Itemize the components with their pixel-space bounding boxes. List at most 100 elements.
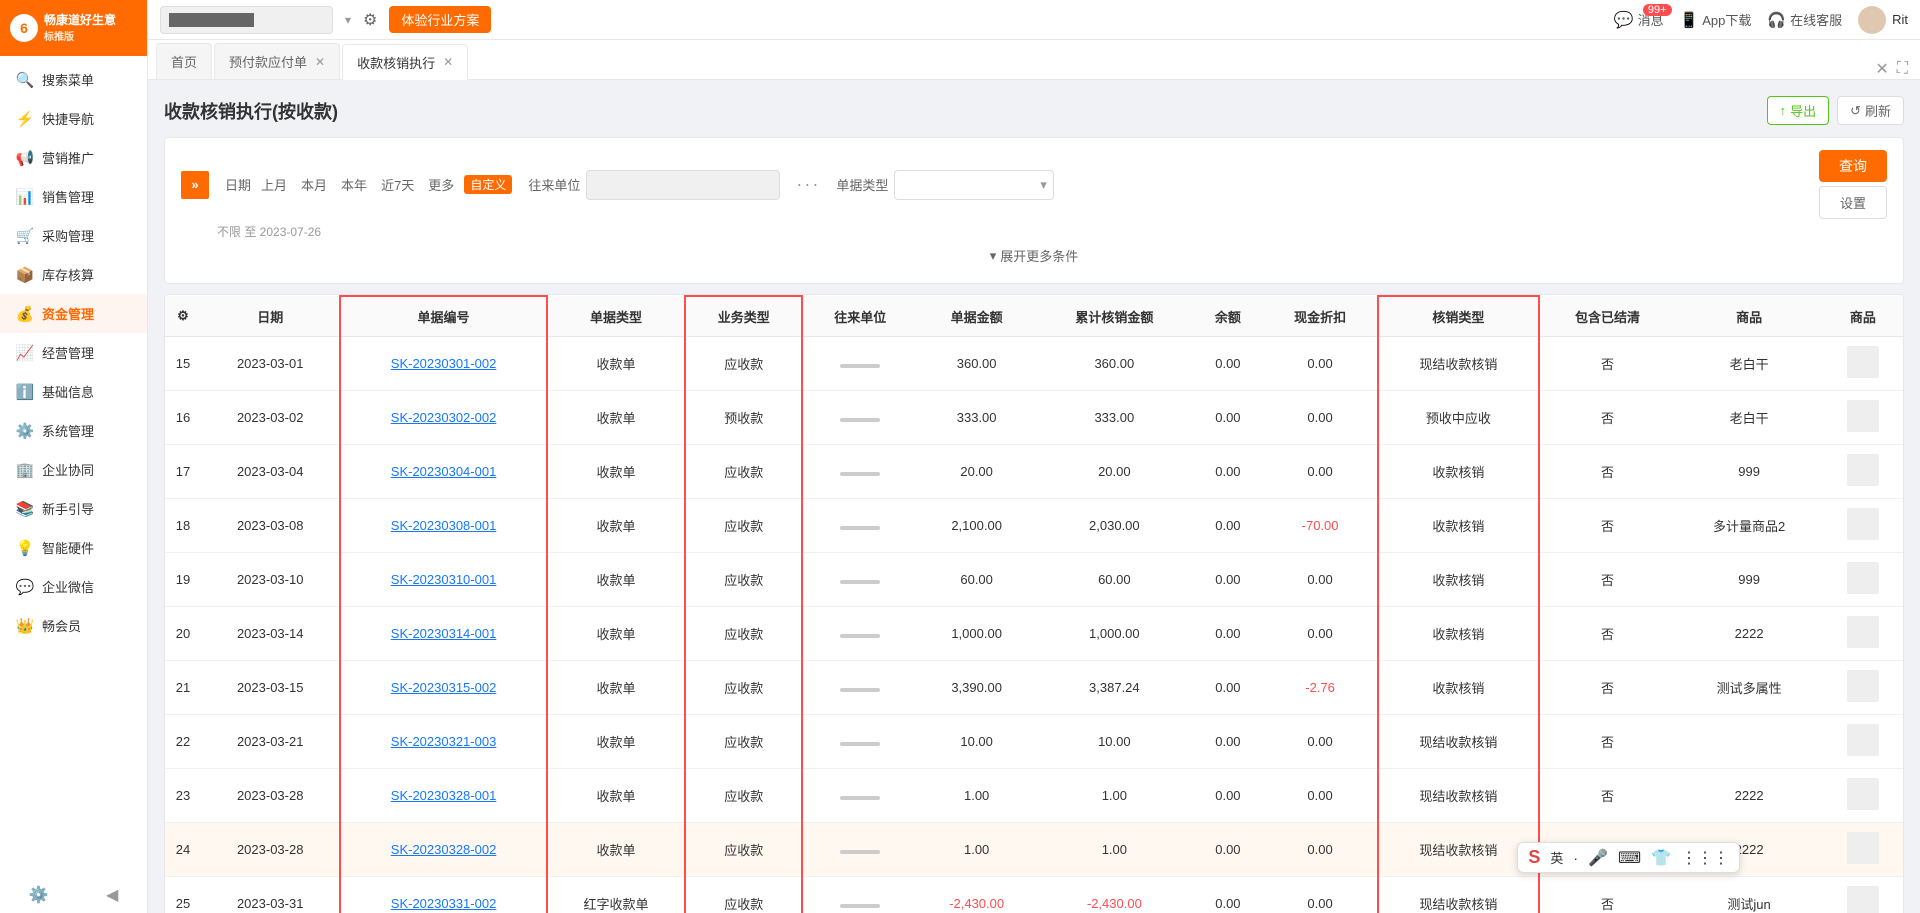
- sidebar-logo: 6 畅康道好生意 标推版: [0, 0, 147, 56]
- filter-bar: » 日期 上月 本月 本年 近7天 更多 自定义 往来单位: [164, 137, 1904, 284]
- cell-bill-no[interactable]: SK-20230308-001: [340, 499, 546, 553]
- ime-voice-icon[interactable]: 🎤: [1588, 848, 1608, 868]
- cell-write-off-type: 现结收款核销: [1378, 877, 1538, 913]
- last-month-link[interactable]: 上月: [257, 173, 291, 196]
- user-area[interactable]: Rit: [1858, 6, 1908, 34]
- sidebar-item-hardware[interactable]: 💡 智能硬件: [0, 528, 147, 567]
- cell-no: 20: [165, 607, 201, 661]
- cell-bill-amount: 333.00: [917, 391, 1035, 445]
- settings-icon[interactable]: ⚙️: [29, 885, 49, 905]
- cell-bill-no[interactable]: SK-20230302-002: [340, 391, 546, 445]
- bill-type-select[interactable]: [894, 170, 1054, 200]
- sidebar-item-search[interactable]: 🔍 搜索菜单: [0, 60, 147, 99]
- table-row[interactable]: 19 2023-03-10 SK-20230310-001 收款单 应收款 60…: [165, 553, 1903, 607]
- settings-gear-icon[interactable]: ⚙: [363, 10, 377, 30]
- tab-prepay[interactable]: 预付款应付单 ✕: [214, 43, 340, 79]
- sidebar-item-label: 采购管理: [42, 226, 94, 245]
- partner-input[interactable]: [586, 170, 780, 200]
- last-7-days-link[interactable]: 近7天: [377, 173, 418, 196]
- cell-balance: 0.00: [1193, 499, 1263, 553]
- table-row[interactable]: 23 2023-03-28 SK-20230328-001 收款单 应收款 1.…: [165, 769, 1903, 823]
- col-cash-discount: 现金折扣: [1263, 296, 1378, 337]
- cell-partner: [802, 445, 917, 499]
- cell-partner: [802, 499, 917, 553]
- tab-close-icon[interactable]: ✕: [315, 55, 325, 69]
- sidebar-item-finance[interactable]: 💰 资金管理: [0, 294, 147, 333]
- close-window-icon[interactable]: ✕: [1875, 59, 1888, 79]
- message-badge[interactable]: 💬 消息 99+: [1614, 10, 1664, 30]
- cell-bill-no[interactable]: SK-20230304-001: [340, 445, 546, 499]
- sidebar-item-shortcuts[interactable]: ⚡ 快捷导航: [0, 99, 147, 138]
- cell-bill-no[interactable]: SK-20230328-001: [340, 769, 546, 823]
- tab-close-icon[interactable]: ✕: [443, 55, 453, 69]
- cell-partner: [802, 823, 917, 877]
- cell-bill-no[interactable]: SK-20230321-003: [340, 715, 546, 769]
- inventory-icon: 📦: [16, 266, 34, 284]
- tab-label: 预付款应付单: [229, 52, 307, 71]
- table-row[interactable]: 17 2023-03-04 SK-20230304-001 收款单 应收款 20…: [165, 445, 1903, 499]
- sidebar: 6 畅康道好生意 标推版 🔍 搜索菜单 ⚡ 快捷导航 📢 营销推广 📊 销售管理…: [0, 0, 148, 913]
- table-row[interactable]: 16 2023-03-02 SK-20230302-002 收款单 预收款 33…: [165, 391, 1903, 445]
- industry-solution-button[interactable]: 体验行业方案: [389, 6, 491, 33]
- sidebar-item-inventory[interactable]: 📦 库存核算: [0, 255, 147, 294]
- date-range-text: 不限 至 2023-07-26: [217, 223, 321, 240]
- table-row[interactable]: 22 2023-03-21 SK-20230321-003 收款单 应收款 10…: [165, 715, 1903, 769]
- sidebar-item-guide[interactable]: 📚 新手引导: [0, 489, 147, 528]
- sidebar-item-wechat[interactable]: 💬 企业微信: [0, 567, 147, 606]
- sidebar-item-basic-info[interactable]: ℹ️ 基础信息: [0, 372, 147, 411]
- table-scroll[interactable]: ⚙ 日期 单据编号 单据类型 业务类型 往来单位 单据金额 累计核销金额 余额 …: [165, 295, 1903, 913]
- table-row[interactable]: 18 2023-03-08 SK-20230308-001 收款单 应收款 2,…: [165, 499, 1903, 553]
- cell-bill-no[interactable]: SK-20230315-002: [340, 661, 546, 715]
- maximize-window-icon[interactable]: ⛶: [1897, 60, 1908, 78]
- refresh-button[interactable]: ↺ 刷新: [1837, 96, 1904, 125]
- system-icon: ⚙️: [16, 422, 34, 440]
- cell-bill-no[interactable]: SK-20230314-001: [340, 607, 546, 661]
- export-button[interactable]: ↑ 导出: [1767, 96, 1830, 125]
- filter-expand-arrow[interactable]: »: [181, 171, 209, 199]
- tab-write-off[interactable]: 收款核销执行 ✕: [342, 44, 468, 80]
- ime-keyboard-icon[interactable]: ⌨: [1618, 848, 1641, 868]
- this-year-link[interactable]: 本年: [337, 173, 371, 196]
- cell-include-settled: 否: [1539, 877, 1676, 913]
- cell-bill-no[interactable]: SK-20230328-002: [340, 823, 546, 877]
- tab-home[interactable]: 首页: [156, 43, 212, 79]
- ime-skin-icon[interactable]: 👕: [1651, 848, 1671, 868]
- table-row[interactable]: 20 2023-03-14 SK-20230314-001 收款单 应收款 1,…: [165, 607, 1903, 661]
- sidebar-item-system[interactable]: ⚙️ 系统管理: [0, 411, 147, 450]
- cell-bill-no[interactable]: SK-20230310-001: [340, 553, 546, 607]
- table-row[interactable]: 25 2023-03-31 SK-20230331-002 红字收款单 应收款 …: [165, 877, 1903, 913]
- col-date: 日期: [201, 296, 340, 337]
- topbar-search-input[interactable]: [160, 6, 333, 34]
- sidebar-item-enterprise[interactable]: 🏢 企业协同: [0, 450, 147, 489]
- table-row[interactable]: 15 2023-03-01 SK-20230301-002 收款单 应收款 36…: [165, 337, 1903, 391]
- table-row[interactable]: 21 2023-03-15 SK-20230315-002 收款单 应收款 3,…: [165, 661, 1903, 715]
- ime-dot-icon[interactable]: ·: [1573, 850, 1578, 866]
- cell-date: 2023-03-28: [201, 769, 340, 823]
- collapse-icon[interactable]: ◀: [106, 885, 118, 905]
- ime-more-icon[interactable]: ⋮⋮⋮: [1681, 848, 1729, 868]
- col-bill-no: 单据编号: [340, 296, 546, 337]
- sidebar-item-member[interactable]: 👑 畅会员: [0, 606, 147, 645]
- sidebar-item-purchase[interactable]: 🛒 采购管理: [0, 216, 147, 255]
- more-link[interactable]: 更多: [424, 173, 458, 196]
- query-button[interactable]: 查询: [1819, 150, 1887, 182]
- settings-button[interactable]: 设置: [1819, 186, 1887, 219]
- col-gear[interactable]: ⚙: [165, 296, 201, 337]
- expand-more-button[interactable]: ▾ 展开更多条件: [990, 246, 1079, 265]
- sidebar-item-operations[interactable]: 📈 经营管理: [0, 333, 147, 372]
- app-download[interactable]: 📱 App下载: [1680, 10, 1752, 29]
- cell-bill-no[interactable]: SK-20230331-002: [340, 877, 546, 913]
- cell-bill-no[interactable]: SK-20230301-002: [340, 337, 546, 391]
- member-icon: 👑: [16, 617, 34, 635]
- gear-icon[interactable]: ⚙: [177, 308, 189, 323]
- sidebar-item-sales[interactable]: 📊 销售管理: [0, 177, 147, 216]
- this-month-link[interactable]: 本月: [297, 173, 331, 196]
- sidebar-item-marketing[interactable]: 📢 营销推广: [0, 138, 147, 177]
- custom-date-button[interactable]: 自定义: [464, 175, 512, 194]
- ime-lang-icon[interactable]: 英: [1550, 848, 1563, 867]
- online-service[interactable]: 🎧 在线客服: [1767, 10, 1842, 29]
- more-filters-dots[interactable]: ···: [796, 174, 820, 195]
- cell-no: 25: [165, 877, 201, 913]
- cell-write-off-type: 收款核销: [1378, 661, 1538, 715]
- dropdown-arrow-icon[interactable]: ▾: [345, 13, 351, 27]
